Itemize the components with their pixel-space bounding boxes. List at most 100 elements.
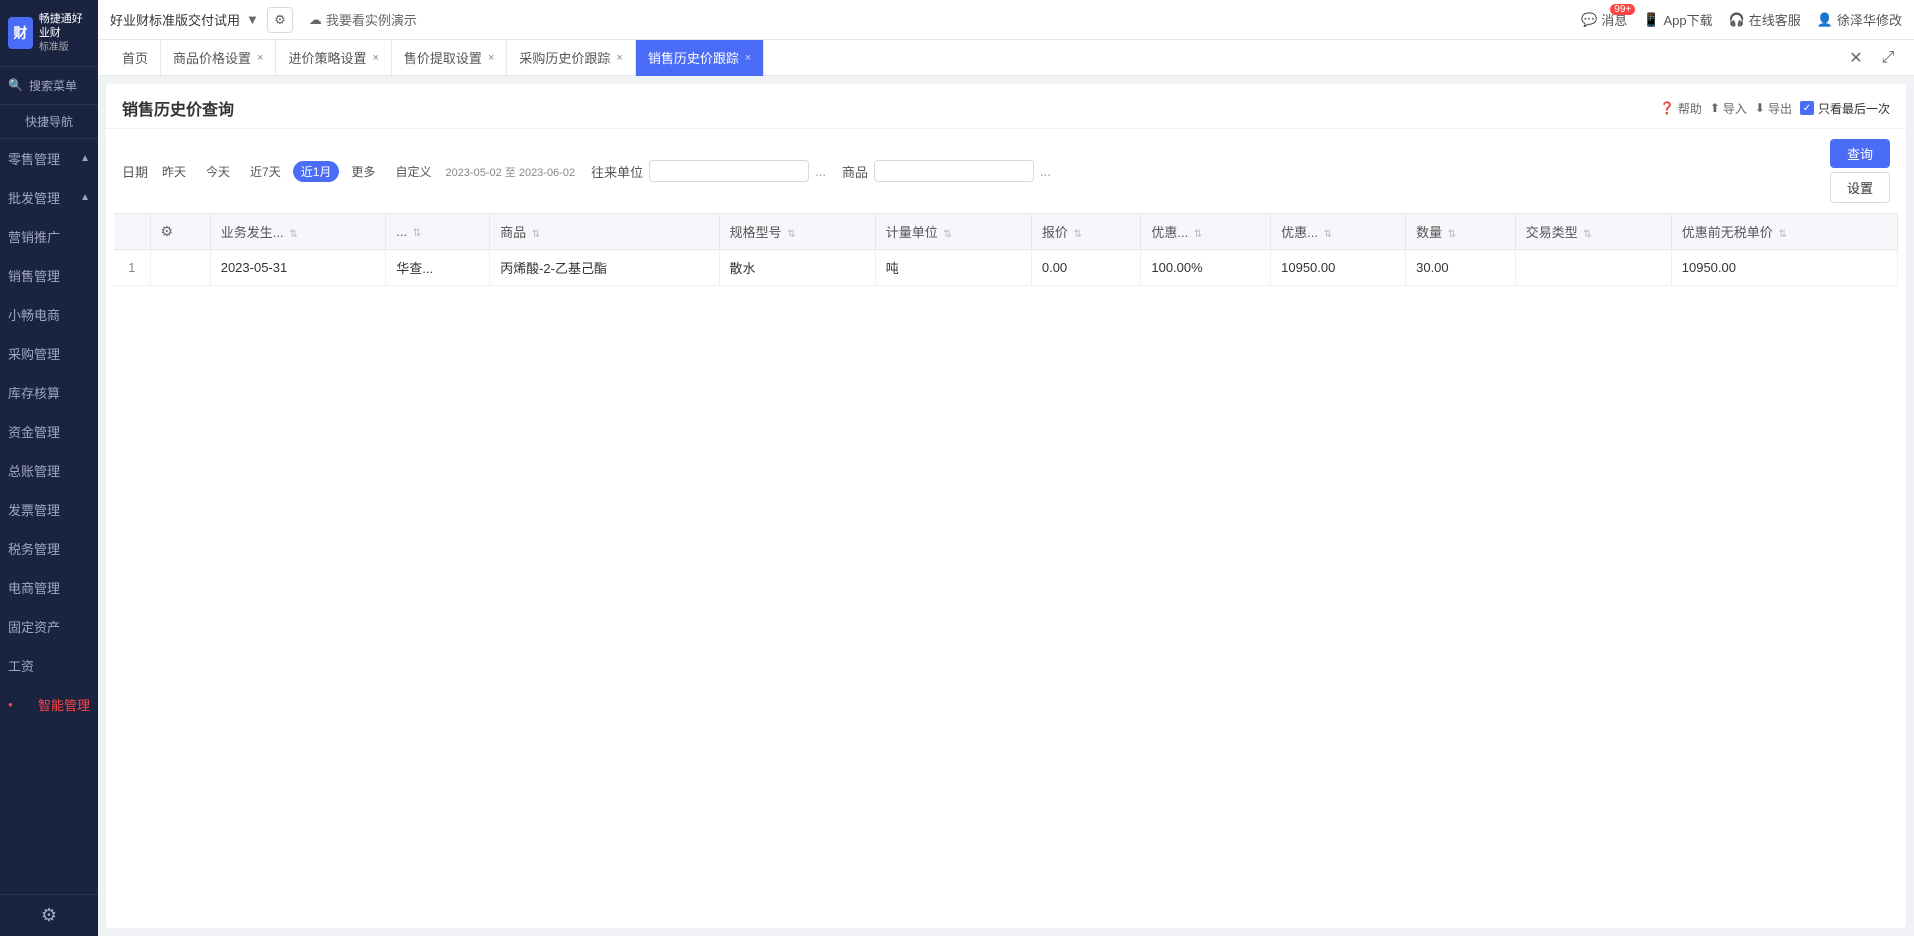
topbar-online-service[interactable]: 🎧 在线客服 xyxy=(1729,10,1801,29)
col-discount1[interactable]: 优惠... ⇅ xyxy=(1141,214,1271,250)
col-date[interactable]: 业务发生... ⇅ xyxy=(210,214,386,250)
tab-price[interactable]: 商品价格设置 × xyxy=(161,40,276,76)
query-button[interactable]: 查询 xyxy=(1830,139,1890,168)
sort-icon: ⇅ xyxy=(1583,229,1591,240)
date-option-last1m[interactable]: 近1月 xyxy=(293,161,340,182)
topbar-message[interactable]: 💬 消息 99+ xyxy=(1581,10,1627,29)
sidebar-item-retail[interactable]: 零售管理 ▲ xyxy=(0,139,98,178)
sort-icon: ⇅ xyxy=(1448,229,1456,240)
cell-discount2: 10950.00 xyxy=(1271,250,1406,286)
topbar-demo-link[interactable]: ☁ 我要看实例演示 xyxy=(309,10,417,29)
sort-icon: ⇅ xyxy=(413,228,421,239)
page-content: 销售历史价查询 ❓ 帮助 ⬆ 导入 ⬇ 导出 ✓ 只看最后一次 xyxy=(106,84,1906,928)
main-area: 好业财标准版交付试用 ▼ ⚙ ☁ 我要看实例演示 💬 消息 99+ 📱 App下… xyxy=(98,0,1914,936)
date-option-more[interactable]: 更多 xyxy=(343,161,383,182)
customer-filter-label: 往来单位 xyxy=(591,162,643,181)
sidebar-item-purchase[interactable]: 采购管理 xyxy=(0,334,98,373)
sort-icon: ⇅ xyxy=(787,229,795,240)
col-goods[interactable]: 商品 ⇅ xyxy=(490,214,719,250)
sort-icon: ⇅ xyxy=(943,229,951,240)
tab-home[interactable]: 首页 xyxy=(110,40,161,76)
close-icon[interactable]: × xyxy=(257,52,263,64)
goods-filter-label: 商品 xyxy=(842,162,868,181)
tab-purchase-history[interactable]: 采购历史价跟踪 × xyxy=(507,40,635,76)
sidebar-item-account[interactable]: 总账管理 xyxy=(0,451,98,490)
col-extra[interactable]: ... ⇅ xyxy=(386,214,490,250)
topbar-user[interactable]: 👤 徐泽华修改 xyxy=(1817,10,1902,29)
customer-input[interactable] xyxy=(649,160,809,182)
col-quantity[interactable]: 数量 ⇅ xyxy=(1406,214,1516,250)
col-price[interactable]: 报价 ⇅ xyxy=(1031,214,1141,250)
customer-filter-group: 往来单位 ... xyxy=(591,160,826,182)
cell-spec: 散水 xyxy=(719,250,875,286)
chevron-icon: ▲ xyxy=(80,153,90,164)
sort-icon: ⇅ xyxy=(1194,229,1202,240)
sidebar-item-salary[interactable]: 工资 xyxy=(0,646,98,685)
topbar-module-selector[interactable]: 好业财标准版交付试用 ▼ xyxy=(110,10,259,29)
date-filter-group: 日期 昨天 今天 近7天 近1月 更多 自定义 2023-05-02 至 202… xyxy=(122,161,575,182)
sidebar-item-marketing[interactable]: 营销推广 xyxy=(0,217,98,256)
topbar-settings-button[interactable]: ⚙ xyxy=(267,7,293,33)
chevron-down-icon: ▼ xyxy=(246,12,259,27)
date-option-yesterday[interactable]: 昨天 xyxy=(154,161,194,182)
sidebar-item-ecommerce[interactable]: 电商管理 xyxy=(0,568,98,607)
gear-icon: ⚙ xyxy=(274,12,286,28)
date-option-today[interactable]: 今天 xyxy=(198,161,238,182)
sidebar-item-ecommerce-small[interactable]: 小畅电商 xyxy=(0,295,98,334)
sidebar-item-asset[interactable]: 固定资产 xyxy=(0,607,98,646)
sidebar-quick-nav[interactable]: 快捷导航 xyxy=(0,105,98,139)
col-spec[interactable]: 规格型号 ⇅ xyxy=(719,214,875,250)
col-gear[interactable]: ⚙ xyxy=(150,214,210,250)
close-icon[interactable]: × xyxy=(616,52,622,64)
message-badge: 99+ xyxy=(1610,4,1635,15)
sidebar-settings-button[interactable]: ⚙ xyxy=(0,894,98,936)
close-window-button[interactable]: ✕ xyxy=(1842,44,1870,72)
cell-extra: 华查... xyxy=(386,250,490,286)
sidebar-item-finance[interactable]: 资金管理 xyxy=(0,412,98,451)
help-link[interactable]: ❓ 帮助 xyxy=(1660,100,1702,117)
import-link[interactable]: ⬆ 导入 xyxy=(1710,100,1747,117)
tab-purchase-strategy[interactable]: 进价策略设置 × xyxy=(276,40,391,76)
cell-transaction-type xyxy=(1515,250,1671,286)
close-icon[interactable]: × xyxy=(488,52,494,64)
user-icon: 👤 xyxy=(1817,12,1833,28)
goods-filter-group: 商品 ... xyxy=(842,160,1051,182)
date-option-last7[interactable]: 近7天 xyxy=(242,161,289,182)
close-icon[interactable]: × xyxy=(372,52,378,64)
topbar-app-download[interactable]: 📱 App下载 xyxy=(1643,10,1712,29)
sidebar-item-inventory[interactable]: 库存核算 xyxy=(0,373,98,412)
customer-dots-button[interactable]: ... xyxy=(815,164,826,179)
col-discount2[interactable]: 优惠... ⇅ xyxy=(1271,214,1406,250)
maximize-window-button[interactable]: ⤢ xyxy=(1874,44,1902,72)
tabbar-window-controls: ✕ ⤢ xyxy=(1842,44,1902,72)
cell-date: 2023-05-31 xyxy=(210,250,386,286)
cell-gear xyxy=(150,250,210,286)
tab-sale-extract[interactable]: 售价提取设置 × xyxy=(392,40,507,76)
sidebar-search[interactable]: 🔍 搜索菜单 xyxy=(0,67,98,105)
table-header-row: ⚙ 业务发生... ⇅ ... ⇅ 商品 ⇅ xyxy=(114,214,1898,250)
sidebar-item-tax[interactable]: 税务管理 xyxy=(0,529,98,568)
sidebar-item-wholesale[interactable]: 批发管理 ▲ xyxy=(0,178,98,217)
col-unit[interactable]: 计量单位 ⇅ xyxy=(875,214,1031,250)
help-icon: ❓ xyxy=(1660,101,1675,115)
goods-dots-button[interactable]: ... xyxy=(1040,164,1051,179)
date-option-custom[interactable]: 自定义 xyxy=(387,161,439,182)
last-only-checkbox-label[interactable]: ✓ 只看最后一次 xyxy=(1800,100,1890,117)
gear-icon[interactable]: ⚙ xyxy=(161,223,174,239)
sort-icon: ⇅ xyxy=(1778,229,1786,240)
sidebar: 财 畅捷通好业财 标准版 🔍 搜索菜单 快捷导航 零售管理 ▲ 批发管理 ▲ 营… xyxy=(0,0,98,936)
export-link[interactable]: ⬇ 导出 xyxy=(1755,100,1792,117)
table-container: ⚙ 业务发生... ⇅ ... ⇅ 商品 ⇅ xyxy=(106,213,1906,294)
close-icon[interactable]: × xyxy=(745,52,751,64)
cell-index: 1 xyxy=(114,250,150,286)
col-pretax-price[interactable]: 优惠前无税单价 ⇅ xyxy=(1671,214,1897,250)
goods-input[interactable] xyxy=(874,160,1034,182)
sidebar-item-invoice[interactable]: 发票管理 xyxy=(0,490,98,529)
sidebar-item-smart[interactable]: 智能管理 xyxy=(0,685,98,724)
cell-unit: 吨 xyxy=(875,250,1031,286)
col-transaction-type[interactable]: 交易类型 ⇅ xyxy=(1515,214,1671,250)
sidebar-item-sales[interactable]: 销售管理 xyxy=(0,256,98,295)
topbar-right: 💬 消息 99+ 📱 App下载 🎧 在线客服 👤 徐泽华修改 xyxy=(1581,10,1902,29)
tab-sale-history[interactable]: 销售历史价跟踪 × xyxy=(636,40,764,76)
settings-button[interactable]: 设置 xyxy=(1830,172,1890,203)
